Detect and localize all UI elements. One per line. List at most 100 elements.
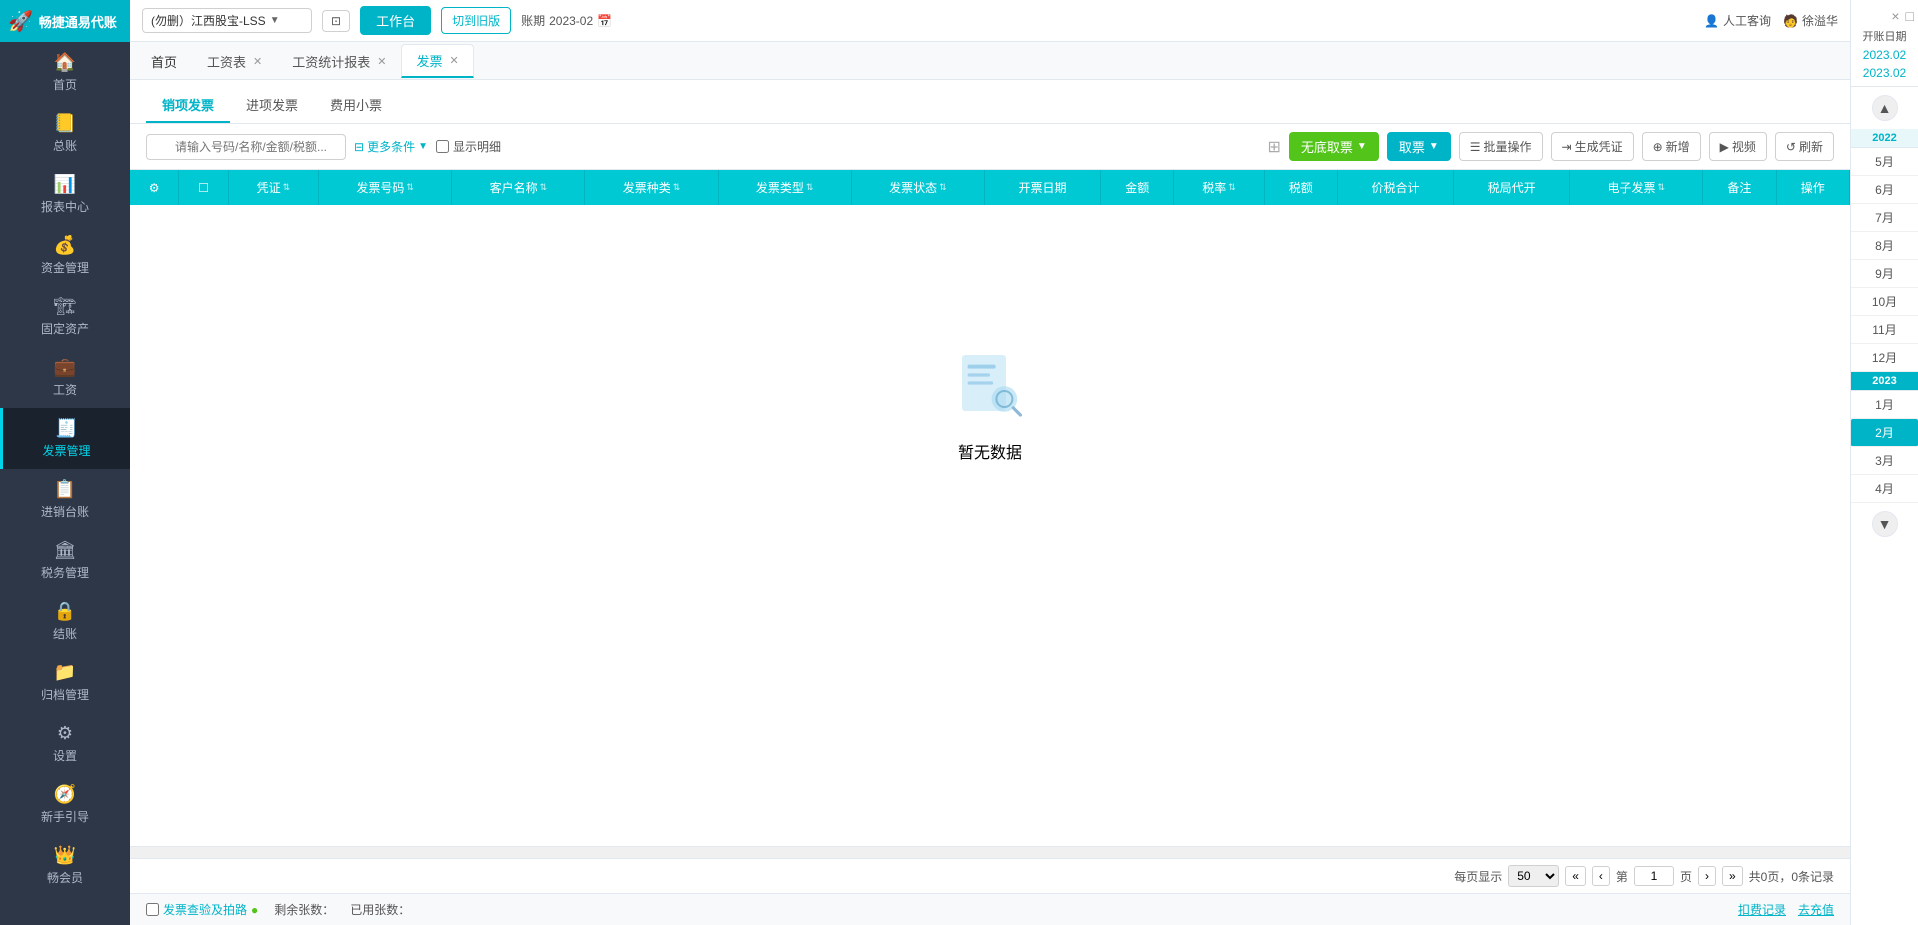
first-page-button[interactable]: « bbox=[1565, 866, 1586, 886]
invoice-table: ⚙☐凭证⇅发票号码⇅客户名称⇅发票种类⇅发票类型⇅发票状态⇅开票日期金额税率⇅税… bbox=[130, 170, 1850, 205]
table-col-4[interactable]: 客户名称⇅ bbox=[452, 170, 585, 205]
show-detail-input[interactable] bbox=[436, 140, 449, 153]
sidebar-item-报表中心[interactable]: 📊 报表中心 bbox=[0, 164, 130, 225]
support-link[interactable]: 👤 人工客询 bbox=[1704, 12, 1771, 29]
switch-version-button[interactable]: 切到旧版 bbox=[441, 7, 511, 34]
sidebar-label: 结账 bbox=[53, 625, 77, 642]
filter-button[interactable]: ⊟ 更多条件 ▼ bbox=[354, 138, 428, 155]
sidebar-label: 进销台账 bbox=[41, 503, 89, 520]
sidebar-item-固定资产[interactable]: 🏗 固定资产 bbox=[0, 286, 130, 347]
table-col-8: 开票日期 bbox=[984, 170, 1100, 205]
table-col-10[interactable]: 税率⇅ bbox=[1174, 170, 1264, 205]
period-item-2022-12月[interactable]: 12月 bbox=[1851, 344, 1918, 372]
period-item-2022-10月[interactable]: 10月 bbox=[1851, 288, 1918, 316]
total-records: 共0页，0条记录 bbox=[1749, 868, 1834, 885]
app-name: 畅捷通易代账 bbox=[39, 12, 117, 31]
sidebar-item-设置[interactable]: ⚙ 设置 bbox=[0, 713, 130, 774]
period-item-2022-6月[interactable]: 6月 bbox=[1851, 176, 1918, 204]
table-col-2[interactable]: 凭证⇅ bbox=[228, 170, 318, 205]
status-bar: 发票查验及拍路 ● 剩余张数： 已用张数： 扣费记录 去充值 bbox=[130, 893, 1850, 925]
workbench-button[interactable]: 工作台 bbox=[360, 6, 431, 35]
empty-text: 暂无数据 bbox=[958, 439, 1022, 463]
sidebar-item-发票管理[interactable]: 🧾 发票管理 bbox=[0, 408, 130, 469]
topbar: (勿删）江西股宝-LSS ▼ ⊡ 工作台 切到旧版 账期 2023-02 📅 👤… bbox=[130, 0, 1850, 42]
sidebar-icon: 🧭 bbox=[54, 784, 76, 805]
prev-page-button[interactable]: ‹ bbox=[1592, 866, 1610, 886]
tab-工资统计报表[interactable]: 工资统计报表✕ bbox=[277, 44, 401, 78]
search-input[interactable] bbox=[146, 134, 346, 160]
remaining-label: 剩余张数： bbox=[274, 901, 334, 918]
no-tax-button[interactable]: 无底取票 ▼ bbox=[1289, 132, 1379, 161]
new-button[interactable]: ⊕ 新增 bbox=[1642, 132, 1701, 161]
refresh-button[interactable]: ↺ 刷新 bbox=[1775, 132, 1834, 161]
sidebar-item-归档管理[interactable]: 📁 归档管理 bbox=[0, 652, 130, 713]
subtab-费用小票[interactable]: 费用小票 bbox=[314, 88, 398, 123]
period-item-2023-3月[interactable]: 3月 bbox=[1851, 447, 1918, 475]
verify-checkbox[interactable] bbox=[146, 903, 159, 916]
period-item-2022-11月[interactable]: 11月 bbox=[1851, 316, 1918, 344]
sidebar-item-结账[interactable]: 🔒 结账 bbox=[0, 591, 130, 652]
batch-button[interactable]: ☰ 批量操作 bbox=[1459, 132, 1543, 161]
copy-button[interactable]: ⊡ bbox=[322, 10, 350, 32]
date-header-item-0[interactable]: 2023.02 bbox=[1855, 46, 1914, 64]
sidebar-item-工资[interactable]: 💼 工资 bbox=[0, 347, 130, 408]
used-label: 已用张数： bbox=[350, 901, 410, 918]
table-col-6[interactable]: 发票类型⇅ bbox=[718, 170, 851, 205]
period-item-2022-8月[interactable]: 8月 bbox=[1851, 232, 1918, 260]
table-col-11: 税额 bbox=[1264, 170, 1337, 205]
sidebar-icon: 📒 bbox=[54, 113, 76, 134]
sidebar-item-税务管理[interactable]: 🏛 税务管理 bbox=[0, 530, 130, 591]
sidebar-item-资金管理[interactable]: 💰 资金管理 bbox=[0, 225, 130, 286]
sidebar-label: 设置 bbox=[53, 747, 77, 764]
sidebar-label: 工资 bbox=[53, 381, 77, 398]
content-header: 销项发票进项发票费用小票 bbox=[130, 80, 1850, 124]
sidebar-icon: 🏗 bbox=[54, 296, 77, 317]
period-item-2022-5月[interactable]: 5月 bbox=[1851, 148, 1918, 176]
period-item-2022-7月[interactable]: 7月 bbox=[1851, 204, 1918, 232]
date-header-item-1[interactable]: 2023.02 bbox=[1855, 64, 1914, 82]
table-col-3[interactable]: 发票号码⇅ bbox=[319, 170, 452, 205]
check-label[interactable]: 发票查验及拍路 ● bbox=[146, 901, 258, 918]
period-item-2022-9月[interactable]: 9月 bbox=[1851, 260, 1918, 288]
fee-record-link[interactable]: 扣费记录 bbox=[1738, 901, 1786, 918]
table-col-7[interactable]: 发票状态⇅ bbox=[851, 170, 984, 205]
last-page-button[interactable]: » bbox=[1722, 866, 1743, 886]
sidebar-item-新手引导[interactable]: 🧭 新手引导 bbox=[0, 774, 130, 835]
page-size-select[interactable]: 50 20 100 bbox=[1508, 865, 1559, 887]
generate-icon: ⇥ bbox=[1562, 140, 1572, 154]
generate-voucher-button[interactable]: ⇥ 生成凭证 bbox=[1551, 132, 1634, 161]
tab-首页[interactable]: 首页 bbox=[136, 44, 192, 78]
sidebar-item-总账[interactable]: 📒 总账 bbox=[0, 103, 130, 164]
period-item-2023-2月[interactable]: 2月 bbox=[1851, 419, 1918, 447]
user-menu[interactable]: 🧑 徐溢华 bbox=[1783, 12, 1838, 29]
subtab-进项发票[interactable]: 进项发票 bbox=[230, 88, 314, 123]
period-label: 账期 2023-02 📅 bbox=[521, 12, 612, 29]
video-button[interactable]: ▶ 视频 bbox=[1709, 132, 1767, 161]
show-detail-checkbox[interactable]: 显示明细 bbox=[436, 138, 501, 155]
take-ticket-button[interactable]: 取票 ▼ bbox=[1387, 132, 1451, 161]
tab-close-icon[interactable]: ✕ bbox=[253, 55, 262, 68]
table-col-14[interactable]: 电子发票⇅ bbox=[1570, 170, 1703, 205]
panel-close-button[interactable]: × bbox=[1891, 8, 1899, 24]
sort-icon: ⇅ bbox=[939, 182, 947, 193]
date-scroll-up-button[interactable]: ▲ bbox=[1872, 95, 1898, 121]
tab-工资表[interactable]: 工资表✕ bbox=[192, 44, 277, 78]
subtab-销项发票[interactable]: 销项发票 bbox=[146, 88, 230, 123]
page-number-input[interactable] bbox=[1634, 866, 1674, 886]
table-col-5[interactable]: 发票种类⇅ bbox=[585, 170, 718, 205]
scroll-bar-area[interactable] bbox=[130, 846, 1850, 858]
period-item-2023-1月[interactable]: 1月 bbox=[1851, 391, 1918, 419]
tab-发票[interactable]: 发票✕ bbox=[401, 44, 473, 78]
tab-close-icon[interactable]: ✕ bbox=[450, 54, 459, 67]
sidebar-item-畅会员[interactable]: 👑 畅会员 bbox=[0, 835, 130, 896]
date-scroll-down-button[interactable]: ▼ bbox=[1872, 511, 1898, 537]
panel-expand-button[interactable]: □ bbox=[1906, 8, 1914, 24]
next-page-button[interactable]: › bbox=[1698, 866, 1716, 886]
company-select[interactable]: (勿删）江西股宝-LSS ▼ bbox=[142, 8, 312, 33]
sidebar-item-首页[interactable]: 🏠 首页 bbox=[0, 42, 130, 103]
sidebar-item-进销台账[interactable]: 📋 进销台账 bbox=[0, 469, 130, 530]
period-item-2023-4月[interactable]: 4月 bbox=[1851, 475, 1918, 503]
grid-view-icon[interactable]: ⊞ bbox=[1267, 137, 1280, 157]
recharge-link[interactable]: 去充值 bbox=[1798, 901, 1834, 918]
tab-close-icon[interactable]: ✕ bbox=[377, 55, 386, 68]
